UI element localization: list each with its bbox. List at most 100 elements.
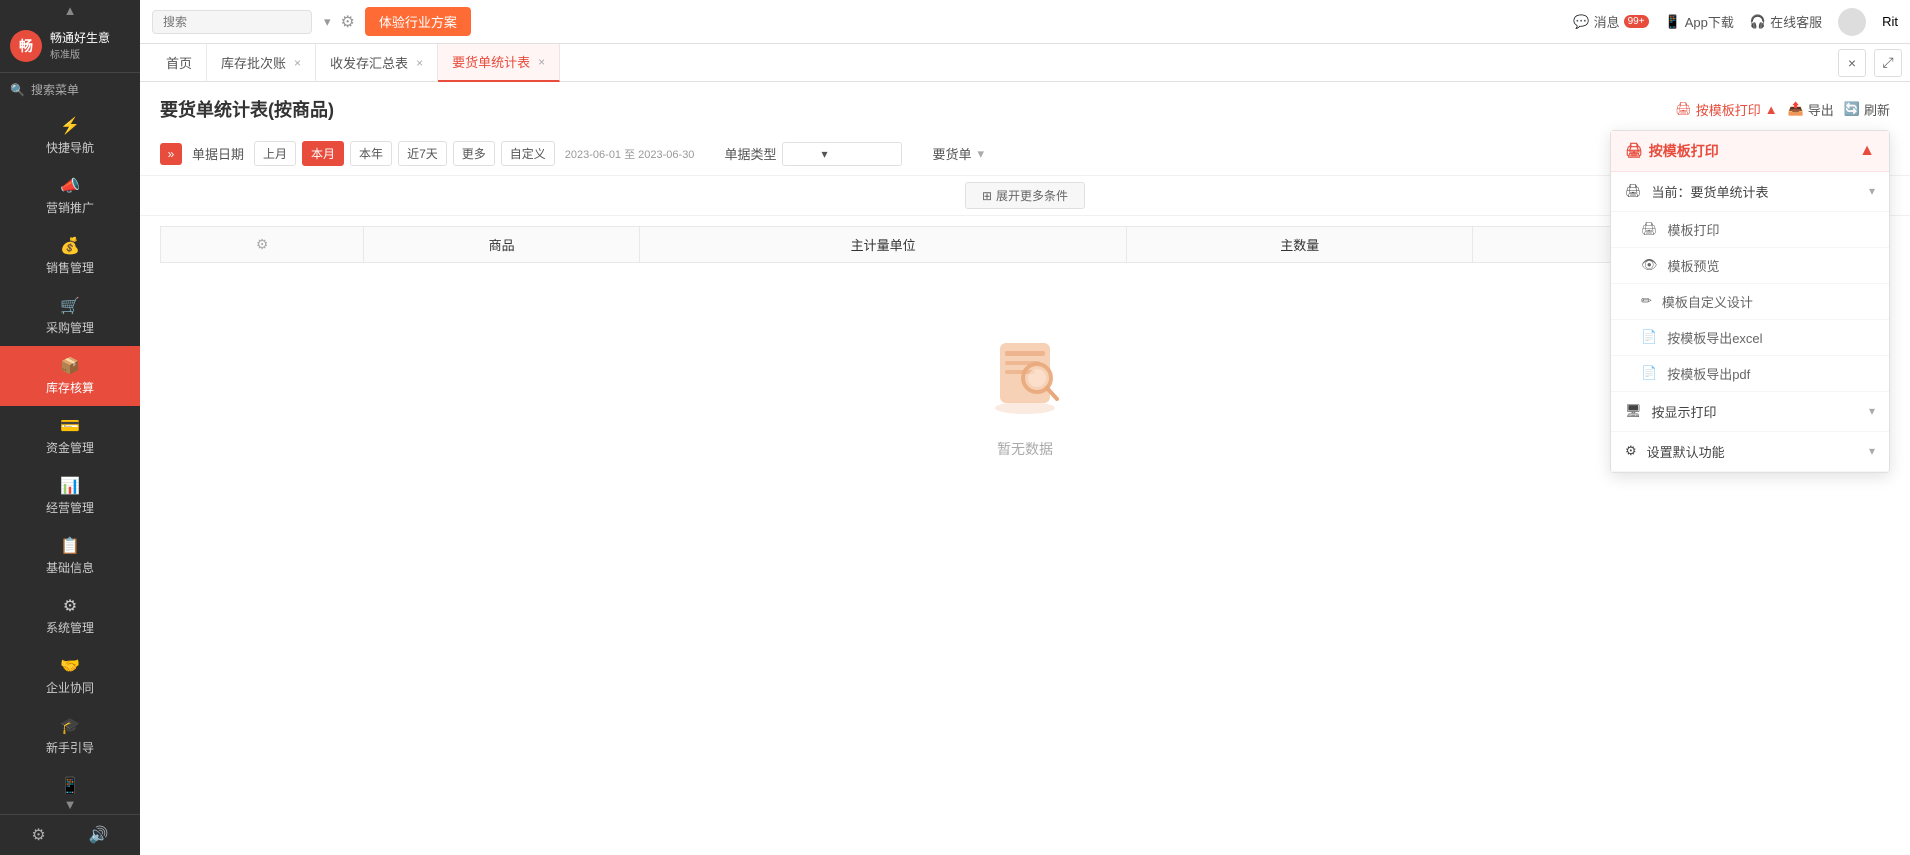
sidebar-item-marketing[interactable]: 📣 营销推广 [0,166,140,226]
empty-text: 暂无数据 [997,439,1053,459]
doc-type-label: 单据类型 [724,144,776,163]
dropdown-close-btn[interactable]: ▲ [1859,142,1875,160]
tab-receipt-summary-label: 收发存汇总表 [330,53,408,72]
scroll-up-arrow[interactable]: ▲ [0,0,140,20]
date-btn-more[interactable]: 更多 [453,141,495,166]
sidebar-item-label: 资金管理 [46,439,94,456]
filter-expand-icon[interactable]: » [160,143,182,165]
template-print-btn[interactable]: 🖨 按模板打印 ▲ [1675,100,1777,119]
tab-receipt-summary[interactable]: 收发存汇总表 × [316,44,438,82]
tabs-actions: × ⤢ [1838,49,1910,77]
app-logo: 畅 畅通好生意 标准版 [0,20,140,73]
basic-info-icon: 📋 [60,536,80,556]
current-template-arrow: ▾ [1869,184,1875,198]
set-default-label: 设置默认功能 [1647,442,1725,461]
date-btn-last-month[interactable]: 上月 [254,141,296,166]
sidebar-item-ops-mgmt[interactable]: 📊 经营管理 [0,466,140,526]
dropdown-item-export-pdf[interactable]: 📄 按模板导出pdf [1611,356,1889,392]
tab-order-stats-close[interactable]: × [538,55,545,69]
col-unit: 主计量单位 [640,227,1127,263]
doc-type-chevron: ▾ [821,147,827,161]
export-label: 导出 [1808,100,1834,119]
date-btn-7days[interactable]: 近7天 [398,141,447,166]
dropdown-current-template[interactable]: 🖨 当前：要货单统计表 ▾ [1611,172,1889,212]
sidebar-item-enterprise[interactable]: 🤝 企业协同 [0,646,140,706]
sidebar-item-basic-info[interactable]: 📋 基础信息 [0,526,140,586]
app-download-btn[interactable]: 📱 App下载 [1665,12,1734,31]
dropdown-title: 🖨 按模板打印 [1625,141,1719,161]
dropdown-printer-icon: 🖨 [1625,142,1643,159]
scroll-down-arrow[interactable]: ▼ [0,794,140,814]
tabs-close-all-btn[interactable]: × [1838,49,1866,77]
main-area: ▾ ⚙ 体验行业方案 💬 消息 99+ 📱 App下载 🎧 在线客服 Rit 首… [140,0,1910,855]
sidebar-item-label: 销售管理 [46,259,94,276]
template-preview-icon: 👁 [1641,257,1658,273]
logo-icon: 畅 [10,30,42,62]
sidebar-item-sales-mgmt[interactable]: 💰 销售管理 [0,226,140,286]
tab-inventory-batch-close[interactable]: × [294,56,301,70]
export-btn[interactable]: 📤 导出 [1788,100,1834,119]
dropdown-item-set-default[interactable]: ⚙ 设置默认功能 ▾ [1611,432,1889,472]
date-btn-this-month[interactable]: 本月 [302,141,344,166]
ops-icon: 📊 [60,476,80,496]
refresh-btn[interactable]: 🔄 刷新 [1844,100,1890,119]
message-btn[interactable]: 💬 消息 99+ [1573,12,1648,31]
sys-icon: ⚙ [63,596,77,616]
app-download-icon: 📱 [1665,14,1681,30]
col-quantity: 主数量 [1127,227,1473,263]
enterprise-icon: 🤝 [60,656,80,676]
topbar-right: 💬 消息 99+ 📱 App下载 🎧 在线客服 Rit [1573,8,1898,36]
col-settings[interactable]: ⚙ [161,227,364,263]
tab-home-label: 首页 [166,53,192,72]
sidebar-item-quick-nav[interactable]: ⚡ 快捷导航 [0,106,140,166]
dropdown-item-template-print[interactable]: 🖨 模板打印 [1611,212,1889,248]
tabs-maximize-btn[interactable]: ⤢ [1874,49,1902,77]
date-btn-this-year[interactable]: 本年 [350,141,392,166]
tab-order-stats[interactable]: 要货单统计表 × [438,44,560,82]
trial-btn[interactable]: 体验行业方案 [365,7,471,36]
doc-type-filter: 单据类型 ▾ [724,142,902,166]
template-preview-label: 模板预览 [1668,256,1720,275]
tab-receipt-summary-close[interactable]: × [416,56,423,70]
sidebar-item-label: 系统管理 [46,619,94,636]
sidebar-item-sys-mgmt[interactable]: ⚙ 系统管理 [0,586,140,646]
tab-inventory-batch[interactable]: 库存批次账 × [207,44,316,82]
date-filter-label: 单据日期 [192,144,244,163]
empty-icon [975,323,1075,423]
dropdown-item-template-preview[interactable]: 👁 模板预览 [1611,248,1889,284]
current-template-label: 当前：要货单统计表 [1652,182,1769,201]
topbar-search-input[interactable] [152,10,312,34]
dropdown-item-export-excel[interactable]: 📄 按模板导出excel [1611,320,1889,356]
sidebar-item-inventory[interactable]: 📦 库存核算 [0,346,140,406]
doc-type-select[interactable]: ▾ [782,142,902,166]
date-btn-custom[interactable]: 自定义 [501,141,555,166]
tab-home[interactable]: 首页 [152,44,207,82]
cargo-category-label: 要货单 [932,144,971,163]
headset-icon: 🎧 [1750,14,1766,30]
speaker-btn[interactable]: 🔊 [89,825,109,845]
sidebar-item-newbie[interactable]: 🎓 新手引导 [0,706,140,766]
date-range-text: 2023-06-01 至 2023-06-30 [565,146,695,162]
sidebar-item-label: 采购管理 [46,319,94,336]
expand-more-btn[interactable]: ⊞ 展开更多条件 [965,182,1085,209]
topbar-gear-icon[interactable]: ⚙ [341,12,355,32]
dropdown-item-template-custom[interactable]: ✏ 模板自定义设计 [1611,284,1889,320]
sidebar-item-app-center[interactable]: 📱 应用中心 [0,766,140,794]
sidebar-search[interactable]: 🔍 搜索菜单 [0,73,140,106]
page-actions: 🖨 按模板打印 ▲ 📤 导出 🔄 刷新 🖨 [1675,100,1890,119]
sidebar-item-finance[interactable]: 💳 资金管理 [0,406,140,466]
sidebar-item-purchase-mgmt[interactable]: 🛒 采购管理 [0,286,140,346]
topbar-chevron-icon[interactable]: ▾ [324,14,331,30]
settings-bottom-btn[interactable]: ⚙ [31,825,45,845]
sidebar-bottom: ⚙ 🔊 [0,814,140,855]
sidebar-item-label: 快捷导航 [46,139,94,156]
online-service-btn[interactable]: 🎧 在线客服 [1750,12,1822,31]
finance-icon: 💳 [60,416,80,436]
dropdown-item-display-print[interactable]: 🖥 按显示打印 ▾ [1611,392,1889,432]
col-product: 商品 [364,227,640,263]
export-pdf-icon: 📄 [1641,365,1657,381]
table-gear-icon[interactable]: ⚙ [256,236,269,252]
page-title: 要货单统计表(按商品) [160,96,334,122]
app-name: 畅通好生意 [50,31,110,47]
avatar[interactable] [1838,8,1866,36]
